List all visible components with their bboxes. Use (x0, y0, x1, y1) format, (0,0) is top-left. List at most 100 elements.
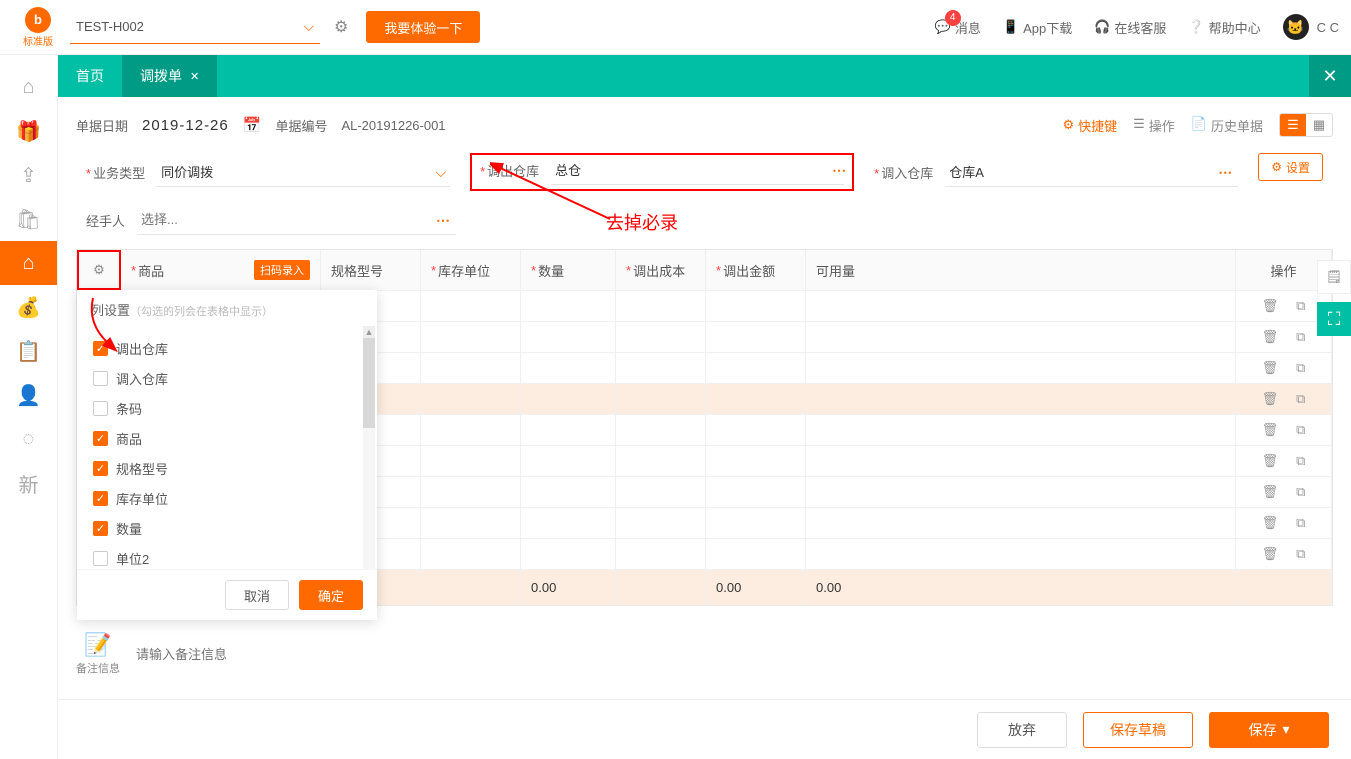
col-product[interactable]: *商品扫码录入 (121, 250, 321, 290)
nav-loading-icon[interactable]: ◌ (0, 417, 57, 461)
col-avail: 可用量 (806, 250, 1236, 290)
project-select[interactable]: TEST-H002 ⌵ (70, 10, 320, 44)
col-option[interactable]: ✓数量 (93, 513, 361, 543)
delete-icon[interactable]: 🗑 (1262, 360, 1279, 376)
delete-icon[interactable]: 🗑 (1262, 422, 1279, 438)
close-all-tabs-icon[interactable]: ✕ (1309, 55, 1351, 97)
biz-type-input[interactable] (157, 157, 450, 187)
nav-clipboard-icon[interactable]: 📋 (0, 329, 57, 373)
delete-icon[interactable]: 🗑 (1262, 515, 1279, 531)
note-icon[interactable]: 🗒 (1317, 260, 1351, 294)
nav-gift-icon[interactable]: 🎁 (0, 109, 57, 153)
copy-icon[interactable]: ⧉ (1296, 515, 1305, 531)
copy-icon[interactable]: ⧉ (1296, 484, 1305, 500)
confirm-button[interactable]: 确定 (299, 580, 363, 610)
more-icon[interactable]: ⋯ (832, 162, 848, 179)
copy-icon[interactable]: ⧉ (1296, 546, 1305, 562)
settings-button[interactable]: ⚙设置 (1258, 153, 1323, 181)
nav-bag-icon[interactable]: 🛍 (0, 197, 57, 241)
col-option[interactable]: ✓调出仓库 (93, 333, 361, 363)
grid-view-icon[interactable]: ▦ (1306, 114, 1332, 136)
more-icon[interactable]: ⋯ (1218, 164, 1234, 181)
logo[interactable]: b 标准版 (12, 7, 64, 48)
nav-profile-icon[interactable]: 👤 (0, 373, 57, 417)
copy-icon[interactable]: ⧉ (1296, 329, 1305, 345)
col-option[interactable]: 条码 (93, 393, 361, 423)
tab-transfer-order[interactable]: 调拨单 ✕ (122, 55, 217, 97)
in-warehouse-field[interactable]: *调入仓库 ⋯ (874, 153, 1238, 191)
doc-date-value[interactable]: 2019-12-26 (142, 117, 229, 134)
column-settings-button[interactable]: ⚙ (77, 250, 121, 290)
user-name: C C (1317, 20, 1339, 35)
nav-home-icon[interactable]: ⌂ (0, 65, 57, 109)
copy-icon[interactable]: ⧉ (1296, 453, 1305, 469)
operation-link[interactable]: ☰操作 (1133, 116, 1175, 135)
view-toggle[interactable]: ☰ ▦ (1279, 113, 1333, 137)
more-icon[interactable]: ⋯ (436, 212, 452, 229)
scan-badge[interactable]: 扫码录入 (254, 260, 310, 280)
scroll-thumb[interactable] (363, 338, 375, 428)
nav-arrow-icon[interactable]: ⇪ (0, 153, 57, 197)
handler-input[interactable] (137, 205, 456, 235)
messages-button[interactable]: 💬 消息 4 (935, 18, 981, 37)
delete-icon[interactable]: 🗑 (1262, 484, 1279, 500)
copy-icon[interactable]: ⧉ (1296, 298, 1305, 314)
delete-icon[interactable]: 🗑 (1262, 298, 1279, 314)
checkbox-icon[interactable] (93, 551, 108, 566)
fullscreen-icon[interactable]: ⛶ (1317, 302, 1351, 336)
app-download-link[interactable]: 📱 App下载 (1003, 18, 1072, 37)
cancel-button[interactable]: 取消 (225, 580, 289, 610)
in-warehouse-input[interactable] (945, 157, 1238, 187)
annotation-text: 去掉必录 (606, 209, 678, 235)
col-option[interactable]: ✓库存单位 (93, 483, 361, 513)
gear-icon[interactable]: ⚙ (334, 17, 348, 37)
checkbox-icon[interactable]: ✓ (93, 491, 108, 506)
col-option[interactable]: 调入仓库 (93, 363, 361, 393)
scroll-up-icon[interactable]: ▲ (363, 326, 375, 338)
out-warehouse-field[interactable]: *调出仓库 ⋯ (470, 153, 854, 191)
close-icon[interactable]: ✕ (190, 70, 199, 83)
checkbox-icon[interactable]: ✓ (93, 461, 108, 476)
history-link[interactable]: 📄历史单据 (1191, 116, 1263, 135)
delete-icon[interactable]: 🗑 (1262, 391, 1279, 407)
checkbox-icon[interactable]: ✓ (93, 341, 108, 356)
discard-button[interactable]: 放弃 (977, 712, 1067, 748)
user-menu[interactable]: 🐱 C C (1283, 14, 1339, 40)
scrollbar[interactable]: ▲ (363, 326, 375, 570)
copy-icon[interactable]: ⧉ (1296, 422, 1305, 438)
delete-icon[interactable]: 🗑 (1262, 453, 1279, 469)
doc-no-value: AL-20191226-001 (341, 118, 445, 133)
online-service-link[interactable]: 🎧 在线客服 (1094, 18, 1166, 37)
out-warehouse-input[interactable] (551, 155, 844, 185)
handler-field[interactable]: 经手人 ⋯ (86, 205, 456, 235)
list-view-icon[interactable]: ☰ (1280, 114, 1306, 136)
col-option[interactable]: ✓商品 (93, 423, 361, 453)
doc-no-label: 单据编号 (275, 116, 327, 135)
doc-date-label: 单据日期 (76, 116, 128, 135)
remarks-input[interactable] (136, 639, 1333, 669)
checkbox-icon[interactable] (93, 371, 108, 386)
save-button[interactable]: 保存▾ (1209, 712, 1329, 748)
checkbox-icon[interactable] (93, 401, 108, 416)
nav-warehouse-icon[interactable]: ⌂ (0, 241, 57, 285)
chevron-down-icon[interactable]: ⌵ (435, 164, 446, 181)
col-settings-title: 列设置（勾选的列会在表格中显示） (77, 290, 377, 329)
delete-icon[interactable]: 🗑 (1262, 329, 1279, 345)
nav-new-icon[interactable]: 新 (0, 461, 57, 505)
col-option[interactable]: 单位2 (93, 543, 361, 569)
shortcut-link[interactable]: ⚙快捷键 (1062, 116, 1117, 135)
delete-icon[interactable]: 🗑 (1262, 546, 1279, 562)
help-center-link[interactable]: ❔ 帮助中心 (1188, 18, 1260, 37)
checkbox-icon[interactable]: ✓ (93, 521, 108, 536)
avatar: 🐱 (1283, 14, 1309, 40)
tab-home[interactable]: 首页 (58, 55, 122, 97)
copy-icon[interactable]: ⧉ (1296, 360, 1305, 376)
save-draft-button[interactable]: 保存草稿 (1083, 712, 1193, 748)
copy-icon[interactable]: ⧉ (1296, 391, 1305, 407)
trial-button[interactable]: 我要体验一下 (366, 11, 480, 43)
col-option[interactable]: ✓规格型号 (93, 453, 361, 483)
calendar-icon[interactable]: 📅 (243, 116, 262, 134)
nav-money-icon[interactable]: 💰 (0, 285, 57, 329)
checkbox-icon[interactable]: ✓ (93, 431, 108, 446)
biz-type-field[interactable]: *业务类型 ⌵ (86, 153, 450, 191)
